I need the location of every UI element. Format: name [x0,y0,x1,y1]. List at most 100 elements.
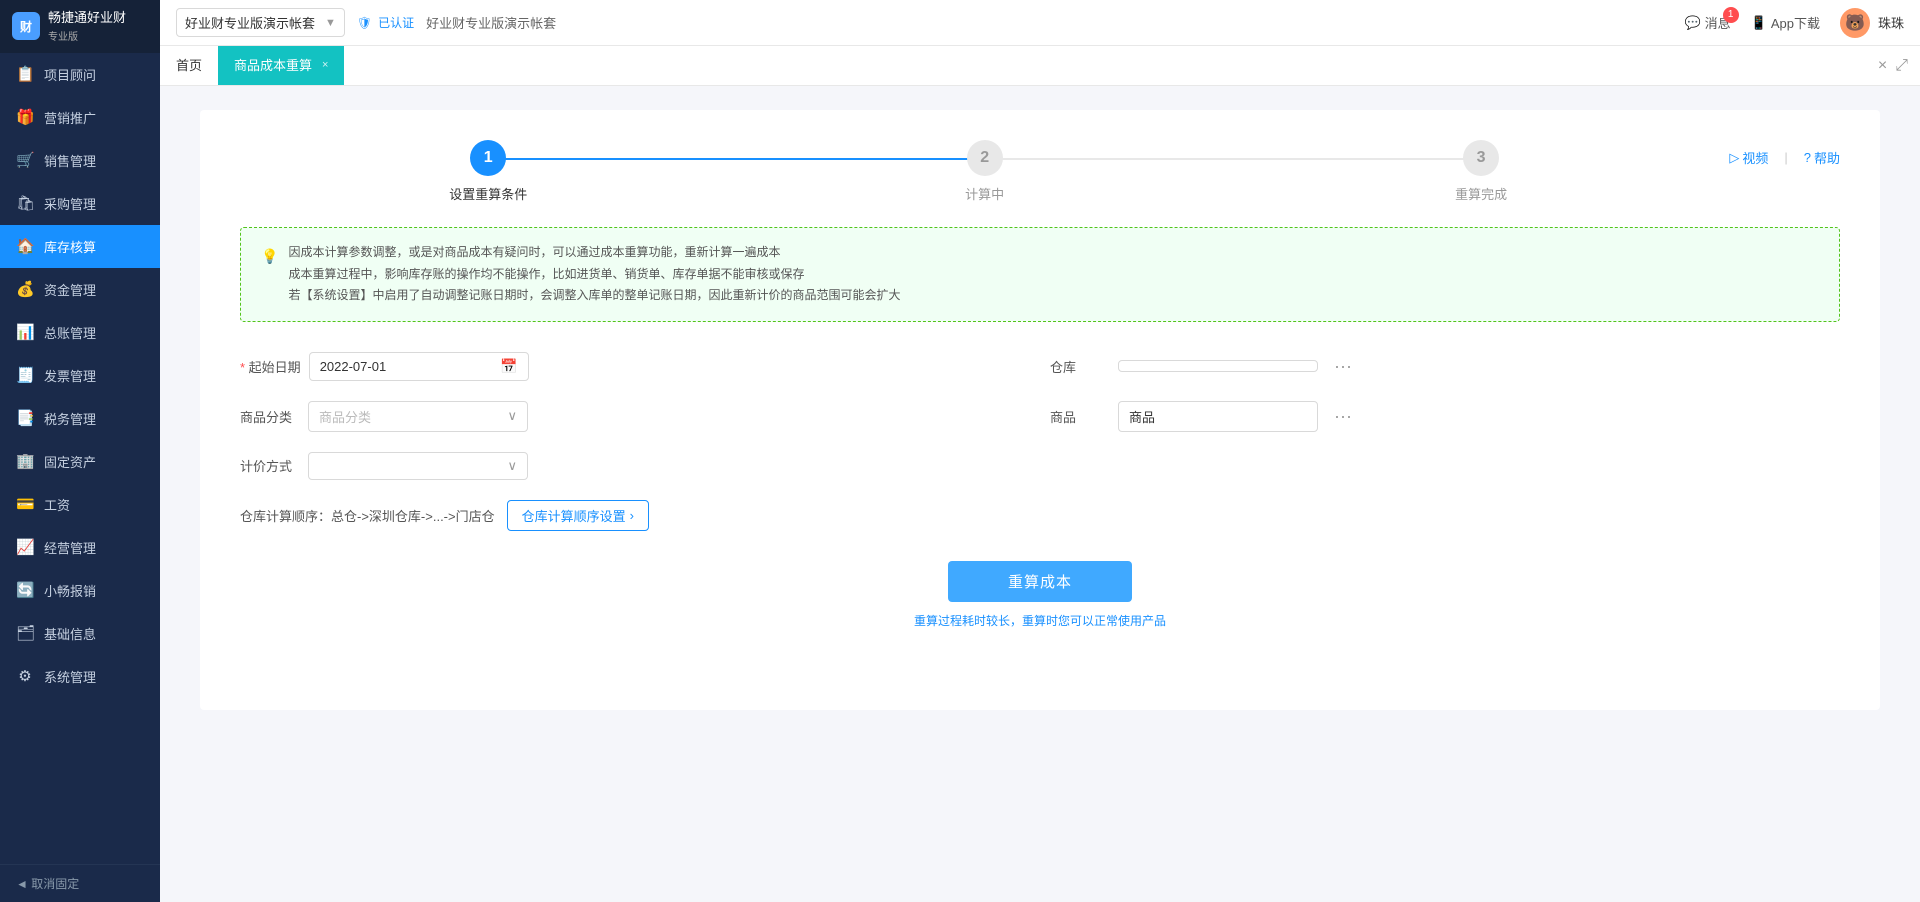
warehouse-input[interactable] [1118,360,1318,372]
verified-text: 已认证 [378,14,414,31]
category-select[interactable]: 商品分类 ∨ [308,401,528,432]
finance-icon: 💰 [16,280,34,298]
help-link[interactable]: ? 帮助 [1804,148,1840,167]
sidebar-item-label: 总账管理 [44,323,96,342]
tab-cost-recalc[interactable]: 商品成本重算 × [218,46,344,85]
step2-circle: 2 [967,140,1003,176]
sidebar-item-purchase[interactable]: 🛍 采购管理 [0,182,160,225]
sidebar-item-assets[interactable]: 🏢 固定资产 [0,440,160,483]
step-2: 2 计算中 [736,140,1232,203]
submit-btn[interactable]: 重算成本 [948,561,1132,602]
sidebar-item-basic[interactable]: 🗂 基础信息 [0,612,160,655]
step2-label: 计算中 [965,184,1004,203]
app-download-btn[interactable]: 📱 App下载 [1751,13,1820,32]
sidebar-item-ledger[interactable]: 📊 总账管理 [0,311,160,354]
expense-icon: 🔄 [16,581,34,599]
sidebar-item-label: 经营管理 [44,538,96,557]
product-group: 商品 商品 ··· [1050,401,1840,432]
warehouse-order-settings-btn[interactable]: 仓库计算顺序设置 › [507,500,649,531]
sidebar-item-operations[interactable]: 📈 经营管理 [0,526,160,569]
pricing-select[interactable]: ∨ [308,452,528,480]
close-window-btn[interactable]: × [1878,57,1887,75]
warehouse-group: 仓库 ··· [1050,354,1840,379]
logo-text-block: 畅捷通好业财 专业版 [48,10,126,43]
account-selector[interactable]: 好业财专业版演示帐套 ▼ [176,8,345,37]
sidebar-item-label: 发票管理 [44,366,96,385]
pricing-group: 计价方式 ∨ [240,452,1030,480]
sidebar-item-label: 系统管理 [44,667,96,686]
video-label: 视频 [1742,148,1768,167]
warehouse-label: 仓库 [1050,357,1110,376]
step2-line [985,158,1481,160]
shield-icon: 🛡 [357,16,372,30]
steps-wrapper: 1 设置重算条件 2 计算中 3 重算完成 [240,140,1840,203]
sidebar-item-invoice[interactable]: 🧾 发票管理 [0,354,160,397]
sidebar-item-label: 项目顾问 [44,65,96,84]
sidebar-item-inventory[interactable]: 🏠 库存核算 [0,225,160,268]
sidebar-item-label: 税务管理 [44,409,96,428]
sidebar-pin-toggle[interactable]: ◄ 取消固定 [0,864,160,902]
sidebar-item-marketing[interactable]: 🎁 营销推广 [0,96,160,139]
warehouse-more-btn[interactable]: ··· [1326,354,1360,379]
tab-close-btn[interactable]: × [322,59,328,71]
video-link[interactable]: ▷ 视频 [1729,148,1768,167]
sidebar-item-project[interactable]: 📋 项目顾问 [0,53,160,96]
start-date-input[interactable]: 2022-07-01 📅 [309,352,529,381]
sidebar-item-label: 采购管理 [44,194,96,213]
step-3: 3 重算完成 [1233,140,1729,203]
warehouse-input-right: ··· [1118,354,1840,379]
tax-icon: 📑 [16,409,34,427]
content: 1 设置重算条件 2 计算中 3 重算完成 [160,86,1920,902]
expand-window-btn[interactable]: ⤢ [1895,57,1908,75]
steps: 1 设置重算条件 2 计算中 3 重算完成 [240,140,1729,203]
assets-icon: 🏢 [16,452,34,470]
form-row-1: 起始日期 2022-07-01 📅 仓库 ··· [240,352,1840,381]
step-1: 1 设置重算条件 [240,140,736,203]
invoice-icon: 🧾 [16,366,34,384]
pin-label: ◄ 取消固定 [16,875,79,892]
pricing-chevron-icon: ∨ [507,458,517,474]
play-icon: ▷ [1729,150,1739,166]
system-icon: ⚙ [16,667,34,685]
message-icon: 💬 [1684,15,1700,31]
topbar-right: 💬 消息 1 📱 App下载 🐻 珠珠 [1684,8,1904,38]
sidebar-item-sales[interactable]: 🛒 销售管理 [0,139,160,182]
step1-label: 设置重算条件 [449,184,527,203]
pricing-label: 计价方式 [240,456,300,475]
step3-circle: 3 [1463,140,1499,176]
operations-icon: 📈 [16,538,34,556]
product-label: 商品 [1050,407,1110,426]
sidebar: 财 畅捷通好业财 专业版 📋 项目顾问 🎁 营销推广 🛒 销售管理 🛍 采购管理… [0,0,160,902]
sidebar-item-finance[interactable]: 💰 资金管理 [0,268,160,311]
message-btn[interactable]: 💬 消息 1 [1684,13,1730,32]
sidebar-item-expense[interactable]: 🔄 小畅报销 [0,569,160,612]
user-profile-btn[interactable]: 🐻 珠珠 [1840,8,1904,38]
sidebar-logo: 财 畅捷通好业财 专业版 [0,0,160,53]
start-date-label: 起始日期 [240,357,301,376]
product-input[interactable]: 商品 [1118,401,1318,432]
sidebar-item-payroll[interactable]: 💳 工资 [0,483,160,526]
account-chevron-icon: ▼ [325,17,336,29]
product-more-btn[interactable]: ··· [1326,404,1360,429]
sidebar-nav: 📋 项目顾问 🎁 营销推广 🛒 销售管理 🛍 采购管理 🏠 库存核算 💰 资金管… [0,53,160,864]
warehouse-order-label: 仓库计算顺序：总仓->深圳仓库->...->门店仓 [240,506,495,525]
sidebar-item-tax[interactable]: 📑 税务管理 [0,397,160,440]
step1-circle: 1 [470,140,506,176]
tabs-bar: 首页 商品成本重算 × × ⤢ [160,46,1920,86]
sidebar-item-label: 基础信息 [44,624,96,643]
content-card: 1 设置重算条件 2 计算中 3 重算完成 [200,110,1880,710]
form-row-2: 商品分类 商品分类 ∨ 商品 商品 ··· [240,401,1840,432]
category-placeholder: 商品分类 [319,407,371,426]
phone-icon: 📱 [1751,15,1767,31]
tab-home[interactable]: 首页 [160,46,218,85]
inventory-icon: 🏠 [16,237,34,255]
calendar-icon[interactable]: 📅 [500,358,517,375]
app-name: 畅捷通好业财 [48,10,126,27]
topbar: 好业财专业版演示帐套 ▼ 🛡 已认证 好业财专业版演示帐套 💬 消息 1 📱 A… [160,0,1920,46]
steps-help: ▷ 视频 | ? 帮助 [1729,140,1840,167]
purchase-icon: 🛍 [16,194,34,212]
avatar: 🐻 [1840,8,1870,38]
sidebar-item-label: 营销推广 [44,108,96,127]
step3-label: 重算完成 [1455,184,1507,203]
sidebar-item-system[interactable]: ⚙ 系统管理 [0,655,160,698]
